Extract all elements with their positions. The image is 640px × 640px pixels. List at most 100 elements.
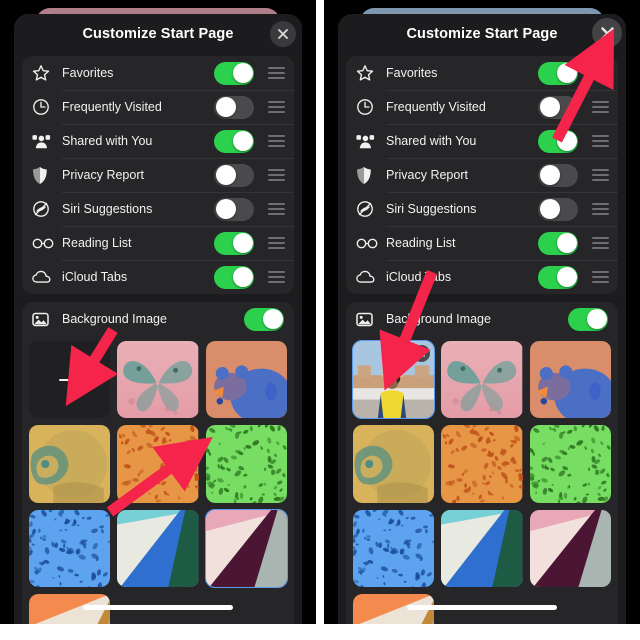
background-image-label: Background Image: [386, 312, 491, 326]
drag-handle-icon[interactable]: [588, 67, 612, 79]
screenshot-stage: Customize Start Page Favorites Frequently…: [0, 0, 640, 640]
wallpaper-grid-left: [22, 336, 294, 624]
close-icon: [418, 350, 426, 357]
background-image-toggle[interactable]: [244, 307, 284, 331]
wallpaper-butterfly[interactable]: [441, 341, 523, 419]
drag-handle-icon[interactable]: [588, 101, 612, 113]
shared-people-icon: [356, 133, 382, 150]
option-toggle[interactable]: [214, 231, 254, 255]
close-icon: [278, 29, 288, 39]
option-row: Privacy Report: [22, 158, 294, 192]
option-label: Privacy Report: [62, 168, 144, 182]
option-row: iCloud Tabs: [346, 260, 618, 294]
drag-handle-icon[interactable]: [588, 203, 612, 215]
option-toggle[interactable]: [538, 163, 578, 187]
option-label: Reading List: [386, 236, 456, 250]
drag-handle-icon[interactable]: [588, 169, 612, 181]
drag-handle-icon[interactable]: [264, 271, 288, 283]
cloud-icon: [32, 270, 58, 284]
plus-icon: [58, 368, 81, 391]
clock-icon: [32, 98, 58, 116]
option-row: Favorites: [346, 56, 618, 90]
option-toggle[interactable]: [214, 129, 254, 153]
drag-handle-icon[interactable]: [264, 169, 288, 181]
option-label: Favorites: [62, 66, 114, 80]
wallpaper-teal-blue-fan[interactable]: [117, 509, 199, 588]
home-indicator-right: [407, 605, 557, 610]
drag-handle-icon[interactable]: [264, 135, 288, 147]
close-button[interactable]: [592, 18, 622, 48]
drag-handle-icon[interactable]: [264, 67, 288, 79]
drag-handle-icon[interactable]: [588, 271, 612, 283]
wallpaper-blue-speckle[interactable]: [29, 509, 111, 588]
option-toggle[interactable]: [214, 95, 254, 119]
option-row: iCloud Tabs: [22, 260, 294, 294]
option-label: Privacy Report: [386, 168, 468, 182]
wallpaper-parrot[interactable]: [353, 425, 435, 503]
option-toggle[interactable]: [538, 265, 578, 289]
clock-icon: [356, 98, 382, 116]
glasses-icon: [356, 237, 382, 250]
shield-icon: [32, 166, 58, 185]
wallpaper-green-speckle[interactable]: [205, 425, 287, 503]
add-photo-tile[interactable]: [29, 341, 111, 419]
option-toggle[interactable]: [538, 231, 578, 255]
shared-people-icon: [32, 133, 58, 150]
phone-screenshot-right: Customize Start Page Favorites Frequently…: [324, 0, 640, 624]
wallpaper-pink-plum-fan[interactable]: [529, 509, 611, 588]
wallpaper-green-speckle[interactable]: [529, 425, 611, 503]
star-icon: [32, 64, 58, 82]
wallpaper-orange-speckle[interactable]: [441, 425, 523, 503]
wallpaper-pink-plum-fan[interactable]: [204, 508, 289, 589]
drag-handle-icon[interactable]: [588, 237, 612, 249]
wallpaper-parrot[interactable]: [29, 425, 111, 503]
option-row: Siri Suggestions: [22, 192, 294, 226]
sheet-header-left: Customize Start Page: [14, 14, 302, 54]
start-page-options-card-left: Favorites Frequently Visited Shared with Y…: [22, 56, 294, 294]
home-indicator-left: [83, 605, 233, 610]
drag-handle-icon[interactable]: [264, 203, 288, 215]
background-image-card-right: Background Image: [346, 302, 618, 624]
option-row: Frequently Visited: [346, 90, 618, 124]
option-row: Siri Suggestions: [346, 192, 618, 226]
option-toggle[interactable]: [214, 61, 254, 85]
background-image-header-right: Background Image: [346, 302, 618, 336]
wallpaper-butterfly[interactable]: [117, 341, 199, 419]
option-label: Shared with You: [62, 134, 153, 148]
option-toggle[interactable]: [214, 197, 254, 221]
option-row: Shared with You: [22, 124, 294, 158]
option-toggle[interactable]: [214, 163, 254, 187]
drag-handle-icon[interactable]: [588, 135, 612, 147]
option-row: Privacy Report: [346, 158, 618, 192]
page-title: Customize Start Page: [82, 26, 234, 42]
option-label: iCloud Tabs: [62, 270, 128, 284]
shield-icon: [356, 166, 382, 185]
star-icon: [356, 64, 382, 82]
wallpaper-bear[interactable]: [205, 341, 287, 419]
option-toggle[interactable]: [538, 129, 578, 153]
photo-icon: [32, 312, 58, 327]
background-image-toggle[interactable]: [568, 307, 608, 331]
customize-sheet-right: Customize Start Page Favorites Frequently…: [338, 14, 626, 624]
phone-screenshot-left: Customize Start Page Favorites Frequently…: [0, 0, 316, 624]
close-icon: [600, 26, 614, 40]
custom-photo-tile[interactable]: [351, 339, 436, 420]
siri-icon: [32, 200, 58, 218]
wallpaper-teal-blue-fan[interactable]: [441, 509, 523, 588]
drag-handle-icon[interactable]: [264, 101, 288, 113]
drag-handle-icon[interactable]: [264, 237, 288, 249]
wallpaper-orange-speckle[interactable]: [117, 425, 199, 503]
option-toggle[interactable]: [538, 95, 578, 119]
photo-icon: [356, 312, 382, 327]
sheet-header-right: Customize Start Page: [338, 14, 626, 54]
option-label: Frequently Visited: [62, 100, 162, 114]
wallpaper-grid-right: [346, 336, 618, 624]
page-title: Customize Start Page: [406, 26, 558, 42]
option-toggle[interactable]: [214, 265, 254, 289]
wallpaper-blue-speckle[interactable]: [353, 509, 435, 588]
option-row: Reading List: [346, 226, 618, 260]
option-toggle[interactable]: [538, 61, 578, 85]
wallpaper-bear[interactable]: [529, 341, 611, 419]
option-toggle[interactable]: [538, 197, 578, 221]
close-button[interactable]: [270, 21, 296, 47]
